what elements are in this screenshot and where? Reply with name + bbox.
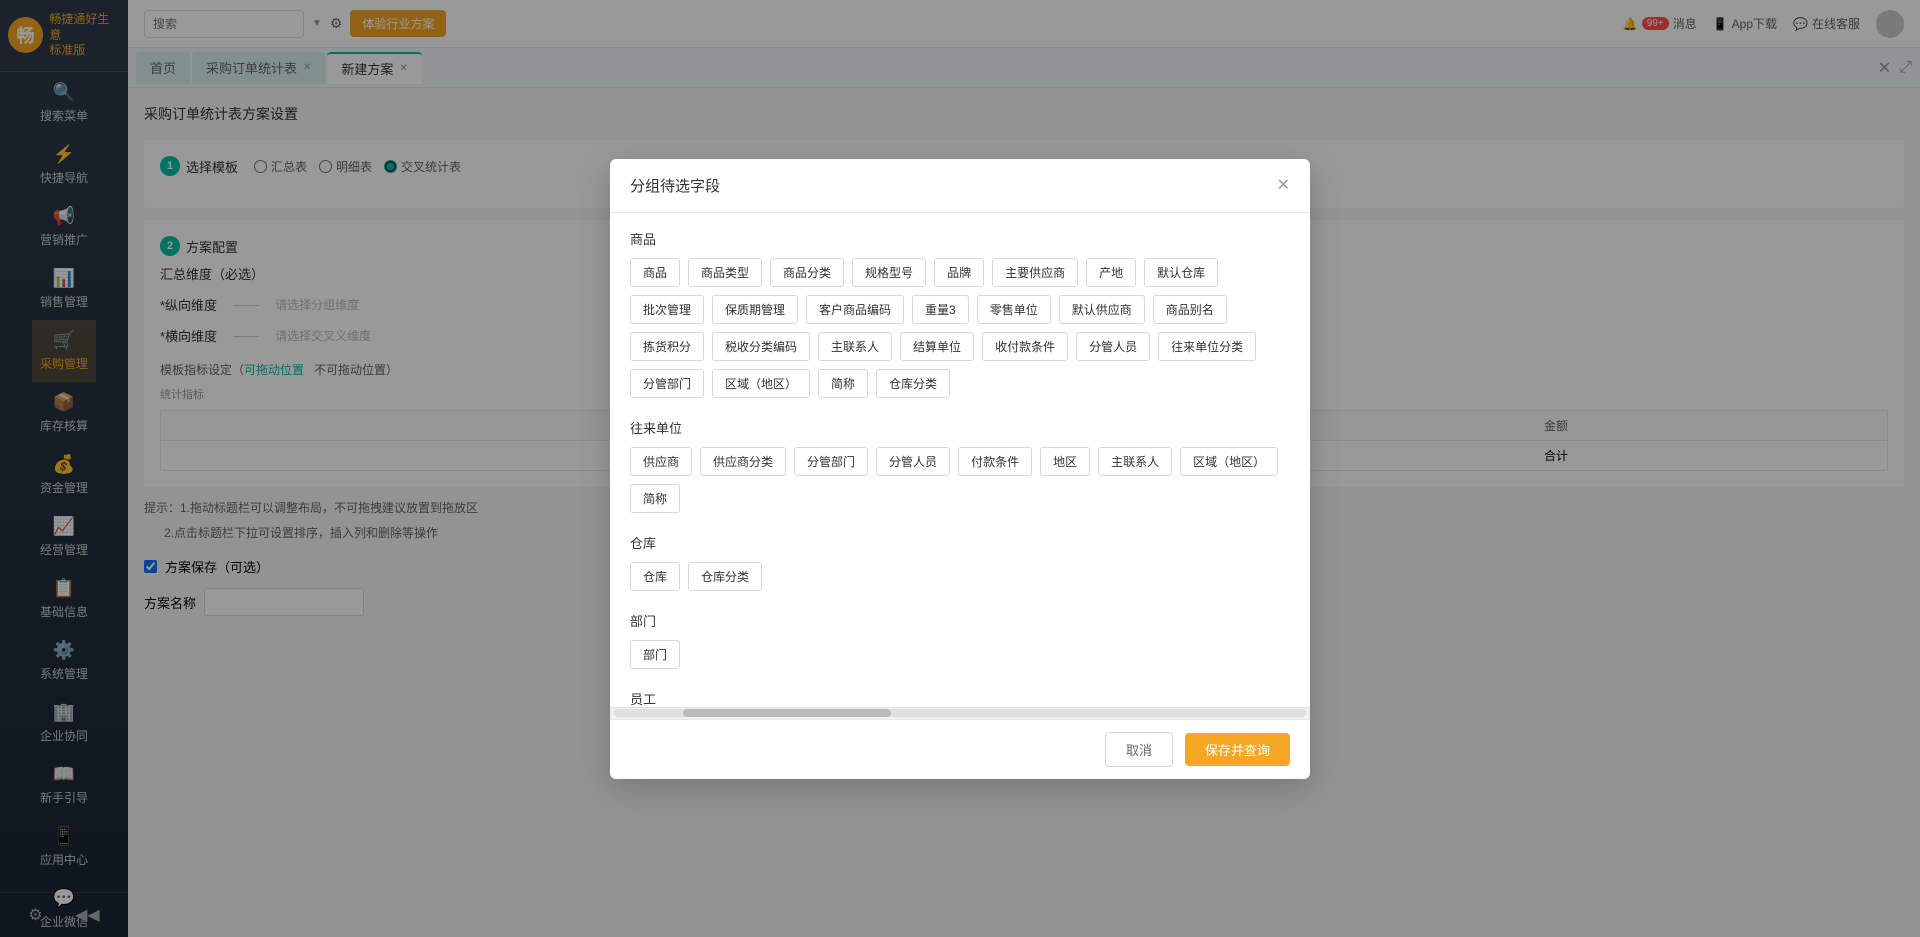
field-chip-mrgys[interactable]: 默认供应商 [1059,295,1145,324]
field-chip-bm[interactable]: 部门 [630,640,680,669]
field-chip-fgry2[interactable]: 分管人员 [876,447,950,476]
section-partner: 往来单位供应商供应商分类分管部门分管人员付款条件地区主联系人区域（地区） 简称 [630,418,1290,513]
field-chip-jc[interactable]: 简称 [818,369,868,398]
field-chip-ck[interactable]: 仓库 [630,562,680,591]
field-chips-department: 部门 [630,640,1290,669]
field-chip-sp[interactable]: 商品 [630,258,680,287]
field-chip-zfktj[interactable]: 收付款条件 [982,332,1068,361]
close-icon[interactable]: ✕ [1277,175,1290,195]
field-chip-qy[interactable]: 区域（地区） [712,369,810,398]
dialog-body[interactable]: 商品商品商品类型商品分类规格型号品牌主要供应商产地默认仓库批次管理保质期管理客户… [610,213,1310,707]
field-chip-pp[interactable]: 品牌 [934,258,984,287]
field-chip-gys[interactable]: 供应商 [630,447,692,476]
field-chip-spfl[interactable]: 商品分类 [770,258,844,287]
field-chip-splx[interactable]: 商品类型 [688,258,762,287]
field-chip-fgbm2[interactable]: 分管部门 [794,447,868,476]
section-title-department: 部门 [630,611,1290,630]
field-chip-zygys[interactable]: 主要供应商 [992,258,1078,287]
field-chip-jc2[interactable]: 简称 [630,484,680,513]
field-chip-fgry[interactable]: 分管人员 [1076,332,1150,361]
section-title-partner: 往来单位 [630,418,1290,437]
section-title-product: 商品 [630,229,1290,248]
field-chip-dq[interactable]: 地区 [1040,447,1090,476]
field-chip-ssfldm[interactable]: 税收分类编码 [712,332,810,361]
field-chip-luoji[interactable]: 拣货积分 [630,332,704,361]
field-chip-zl3[interactable]: 重量3 [912,295,969,324]
cancel-button[interactable]: 取消 [1105,732,1173,767]
section-employee: 员工业务员 [630,689,1290,707]
field-chip-fktj[interactable]: 付款条件 [958,447,1032,476]
horizontal-scrollbar[interactable] [610,707,1310,719]
field-chip-gysfl[interactable]: 供应商分类 [700,447,786,476]
field-chip-qy2[interactable]: 区域（地区） [1180,447,1278,476]
field-chip-mrkc[interactable]: 默认仓库 [1144,258,1218,287]
field-chip-spbm[interactable]: 商品别名 [1153,295,1227,324]
section-title-employee: 员工 [630,689,1290,707]
field-chips-partner: 供应商供应商分类分管部门分管人员付款条件地区主联系人区域（地区） 简称 [630,447,1290,513]
dialog-title: 分组待选字段 [630,175,720,196]
field-chip-zlxsr[interactable]: 主联系人 [818,332,892,361]
section-title-warehouse: 仓库 [630,533,1290,552]
field-chip-fgbm[interactable]: 分管部门 [630,369,704,398]
field-chip-gglx[interactable]: 规格型号 [852,258,926,287]
save-query-button[interactable]: 保存并查询 [1185,733,1290,766]
field-chip-lsdw[interactable]: 零售单位 [977,295,1051,324]
field-chip-zlxsr2[interactable]: 主联系人 [1098,447,1172,476]
field-chip-lldwfl[interactable]: 往来单位分类 [1158,332,1256,361]
field-chips-product: 商品商品类型商品分类规格型号品牌主要供应商产地默认仓库批次管理保质期管理客户商品… [630,258,1290,398]
section-product: 商品商品商品类型商品分类规格型号品牌主要供应商产地默认仓库批次管理保质期管理客户… [630,229,1290,398]
field-chip-ckfl[interactable]: 仓库分类 [688,562,762,591]
field-chip-bqgl[interactable]: 保质期管理 [712,295,798,324]
dialog-footer: 取消 保存并查询 [610,719,1310,779]
field-chip-pcgl[interactable]: 批次管理 [630,295,704,324]
dialog-header: 分组待选字段 ✕ [610,159,1310,213]
field-chip-khspbm[interactable]: 客户商品编码 [806,295,904,324]
field-select-dialog: 分组待选字段 ✕ 商品商品商品类型商品分类规格型号品牌主要供应商产地默认仓库批次… [610,159,1310,779]
field-chip-jsdw[interactable]: 结算单位 [900,332,974,361]
section-warehouse: 仓库仓库仓库分类 [630,533,1290,591]
field-chip-cd[interactable]: 产地 [1086,258,1136,287]
field-chip-kcfl[interactable]: 仓库分类 [876,369,950,398]
field-chips-warehouse: 仓库仓库分类 [630,562,1290,591]
section-department: 部门部门 [630,611,1290,669]
